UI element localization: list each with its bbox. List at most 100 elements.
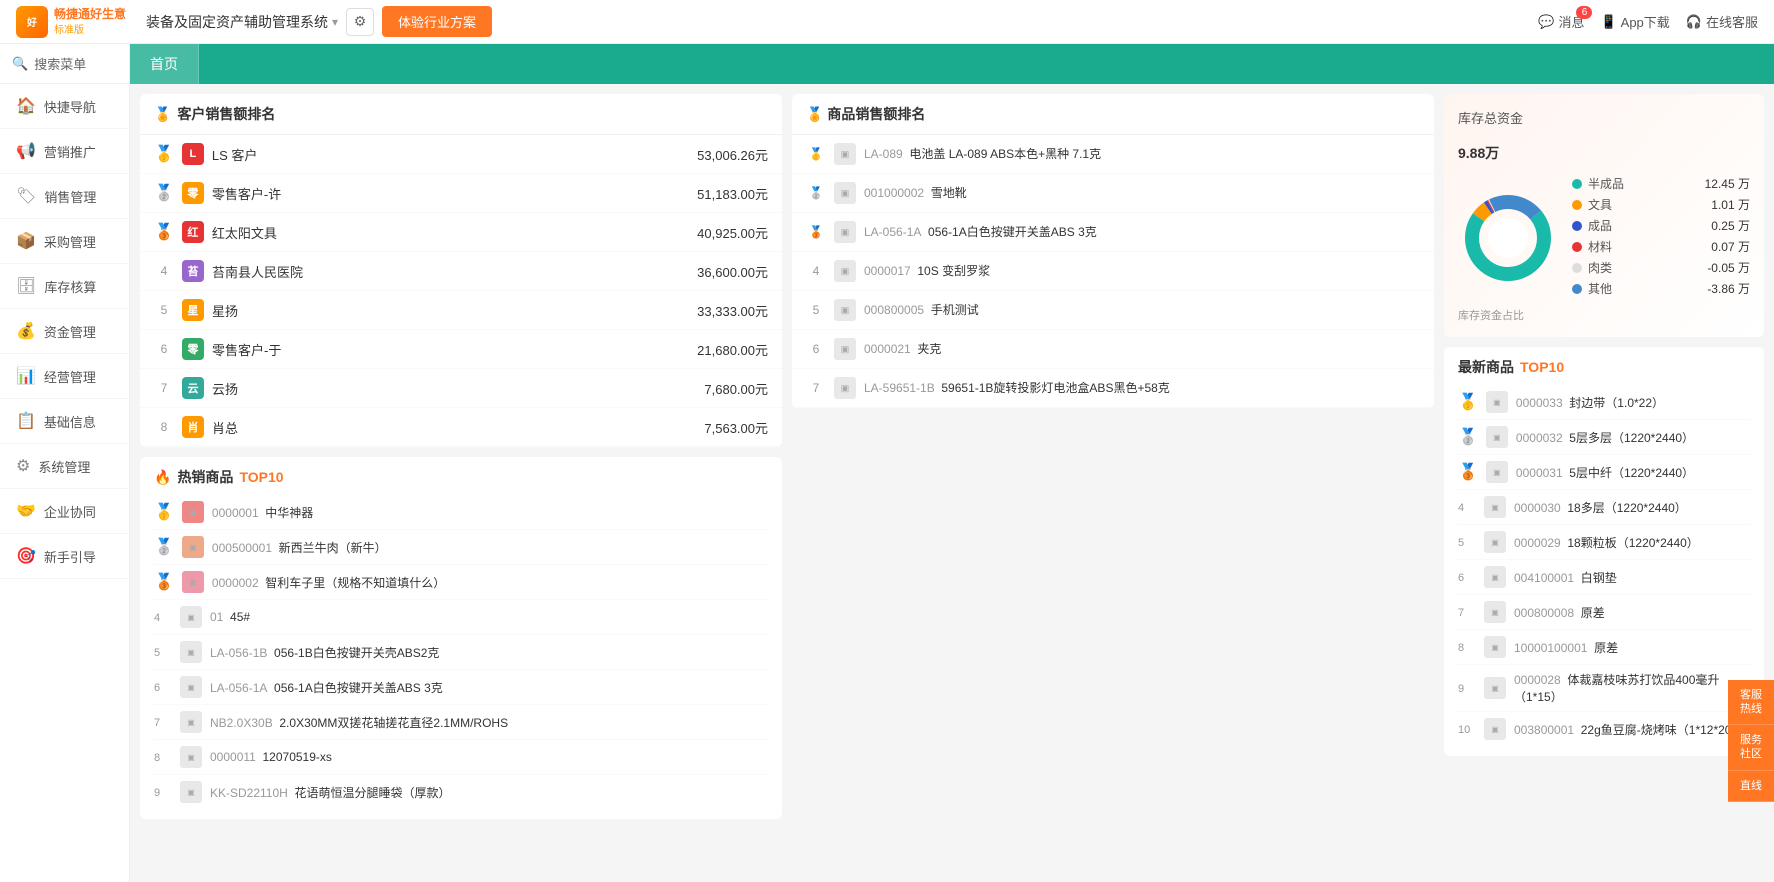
hot-product-item: 7 ▣ NB2.0X30B 2.0X30MM双搓花轴搓花直径2.1MM/ROHS	[154, 705, 768, 740]
sidebar-item-guide[interactable]: 🎯 新手引导	[0, 534, 129, 579]
legend-item: 肉类 -0.05 万	[1572, 259, 1750, 276]
legend-color	[1572, 242, 1582, 252]
product-rank-item: 🥉 ▣ LA-056-1A 056-1A白色按键开关盖ABS 3克	[792, 213, 1434, 252]
product-rank-item: 4 ▣ 0000017 10S 变刮罗浆	[792, 252, 1434, 291]
product-info: 0000030 18多层（1220*2440）	[1514, 499, 1750, 516]
rank-number: 6	[806, 342, 826, 356]
customer-name: 苔南县人民医院	[212, 262, 689, 281]
hot-product-item: 🥈 ▣ 000500001 新西兰牛肉（新牛）	[154, 530, 768, 565]
legend-label: 文具	[1588, 196, 1705, 213]
service-community-button[interactable]: 服务 社区	[1728, 725, 1774, 771]
header-right: 💬 消息 6 📱 App下载 🎧 在线客服	[1538, 12, 1758, 31]
newest-product-item: 9 ▣ 0000028 体裁嘉枝味苏打饮品400毫升（1*15）	[1458, 665, 1750, 712]
product-thumbnail: ▣	[1486, 461, 1508, 483]
online-service-button[interactable]: 🎧 在线客服	[1686, 12, 1758, 31]
chart-subtitle: 库存资金占比	[1458, 307, 1750, 323]
main-content: 🏅 客户销售额排名 🥇 L LS 客户 53,006.26元 🥈 零 零售客户-…	[130, 84, 1774, 882]
customer-badge: 零	[182, 338, 204, 360]
sidebar-item-quick-nav[interactable]: 🏠 快捷导航	[0, 84, 129, 129]
hot-product-item: 🥇 ▣ 0000001 中华神器	[154, 495, 768, 530]
product-info: 0000028 体裁嘉枝味苏打饮品400毫升（1*15）	[1514, 671, 1750, 705]
rank-icon: 7	[154, 715, 172, 729]
product-rank-list: 🥇 ▣ LA-089 电池盖 LA-089 ABS本色+黑种 7.1克 🥈 ▣ …	[792, 135, 1434, 408]
product-thumbnail: ▣	[180, 746, 202, 768]
marketing-icon: 📢	[16, 141, 36, 161]
trial-button[interactable]: 体验行业方案	[382, 6, 492, 37]
sidebar-item-operation[interactable]: 📊 经营管理	[0, 354, 129, 399]
rank-icon: 10	[1458, 722, 1476, 736]
customer-rank-item: 🥈 零 零售客户-许 51,183.00元	[140, 174, 782, 213]
system-icon: ⚙	[16, 456, 30, 476]
product-name: 0000011 12070519-xs	[210, 750, 768, 764]
sidebar-item-purchase[interactable]: 📦 采购管理	[0, 219, 129, 264]
sidebar-item-finance[interactable]: 💰 资金管理	[0, 309, 129, 354]
customer-ranking-panel: 🏅 客户销售额排名 🥇 L LS 客户 53,006.26元 🥈 零 零售客户-…	[140, 94, 782, 447]
legend-label: 肉类	[1588, 259, 1701, 276]
rank-number: 🥈	[806, 186, 826, 200]
float-buttons: 客服 热线 服务 社区 直线	[1728, 680, 1774, 802]
newest-products-list: 🥇 ▣ 0000033 封边带（1.0*22） 🥈 ▣ 0000032 5层多层…	[1458, 385, 1750, 746]
customer-amount: 40,925.00元	[697, 223, 768, 242]
customer-badge: 红	[182, 221, 204, 243]
legend-item: 其他 -3.86 万	[1572, 280, 1750, 297]
product-name: 01 45#	[210, 610, 768, 624]
product-name: 000500001 新西兰牛肉（新牛）	[212, 539, 768, 556]
newest-product-item: 8 ▣ 10000100001 原差	[1458, 630, 1750, 665]
customer-amount: 21,680.00元	[697, 340, 768, 359]
product-thumb: ▣	[834, 182, 856, 204]
product-name: 0000001 中华神器	[212, 504, 768, 521]
product-rank-item: 🥈 ▣ 001000002 雪地靴	[792, 174, 1434, 213]
enterprise-icon: 🤝	[16, 501, 36, 521]
product-thumbnail: ▣	[1486, 391, 1508, 413]
legend-label: 其他	[1588, 280, 1701, 297]
legend-color	[1572, 179, 1582, 189]
finance-icon: 💰	[16, 321, 36, 341]
product-thumbnail: ▣	[1484, 677, 1506, 699]
system-name: 装备及固定资产辅助管理系统 ▾	[146, 12, 338, 32]
product-info: 10000100001 原差	[1514, 639, 1750, 656]
product-info: 0000029 18颗粒板（1220*2440）	[1514, 534, 1750, 551]
rank-number: 7	[154, 381, 174, 395]
customer-rank-item: 4 苔 苔南县人民医院 36,600.00元	[140, 252, 782, 291]
search-menu[interactable]: 🔍 搜索菜单	[0, 44, 129, 84]
product-thumbnail: ▣	[180, 711, 202, 733]
legend-color	[1572, 263, 1582, 273]
sidebar-item-sales[interactable]: 🏷 销售管理	[0, 174, 129, 219]
sidebar-item-enterprise[interactable]: 🤝 企业协同	[0, 489, 129, 534]
sidebar-item-inventory[interactable]: 🗄 库存核算	[0, 264, 129, 309]
dropdown-arrow-icon[interactable]: ▾	[332, 15, 338, 29]
tab-home[interactable]: 首页	[130, 44, 199, 84]
rank-icon: 🥉	[154, 572, 174, 592]
rank-number: 8	[154, 420, 174, 434]
inventory-amount: 9.88万	[1458, 133, 1750, 165]
medal-icon: 🥉	[154, 222, 174, 242]
customer-name: 云扬	[212, 379, 696, 398]
rank-icon: 9	[154, 785, 172, 799]
customer-service-button[interactable]: 客服 热线	[1728, 680, 1774, 726]
legend-value: 0.07 万	[1711, 238, 1750, 255]
product-thumbnail: ▣	[1484, 566, 1506, 588]
sidebar: 🔍 搜索菜单 🏠 快捷导航 📢 营销推广 🏷 销售管理 📦 采购管理 🗄 库存核…	[0, 44, 130, 882]
sidebar-item-marketing[interactable]: 📢 营销推广	[0, 129, 129, 174]
customer-rank-item: 🥉 红 红太阳文具 40,925.00元	[140, 213, 782, 252]
product-info: LA-089 电池盖 LA-089 ABS本色+黑种 7.1克	[864, 146, 1420, 163]
sidebar-item-system[interactable]: ⚙ 系统管理	[0, 444, 129, 489]
legend-value: 0.25 万	[1711, 217, 1750, 234]
product-ranking-panel: 🏅 商品销售额排名 🥇 ▣ LA-089 电池盖 LA-089 ABS本色+黑种…	[792, 94, 1434, 408]
settings-button[interactable]: ⚙	[346, 8, 374, 36]
sidebar-item-basic[interactable]: 📋 基础信息	[0, 399, 129, 444]
product-name: 0000002 智利车子里（规格不知道填什么）	[212, 574, 768, 591]
product-info: 0000021 夹克	[864, 341, 1420, 358]
customer-ranking-body: 🥇 L LS 客户 53,006.26元 🥈 零 零售客户-许 51,183.0…	[140, 135, 782, 447]
customer-badge: 肖	[182, 416, 204, 438]
direct-line-button[interactable]: 直线	[1728, 771, 1774, 802]
message-button[interactable]: 💬 消息 6	[1538, 12, 1584, 31]
sales-icon: 🏷	[16, 186, 36, 206]
app-download-button[interactable]: 📱 App下载	[1600, 12, 1669, 31]
customer-amount: 51,183.00元	[697, 184, 768, 203]
product-info: 0000017 10S 变刮罗浆	[864, 263, 1420, 280]
legend-value: 1.01 万	[1711, 196, 1750, 213]
product-thumbnail: ▣	[182, 571, 204, 593]
product-thumbnail: ▣	[1484, 718, 1506, 740]
product-info: 000800005 手机测试	[864, 302, 1420, 319]
